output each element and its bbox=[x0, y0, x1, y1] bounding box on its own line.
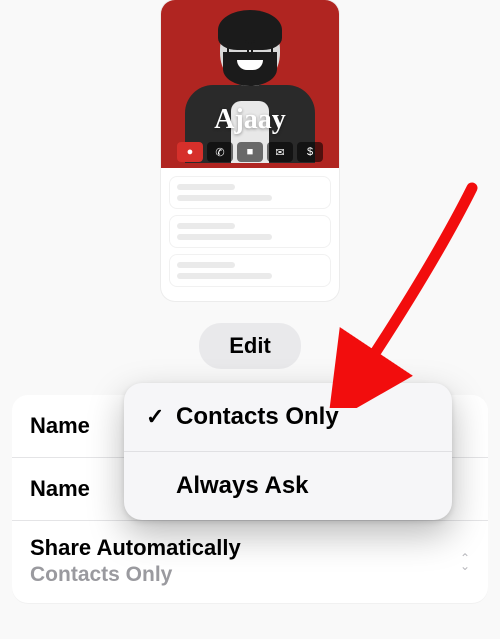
message-icon[interactable]: ● bbox=[177, 142, 203, 162]
contact-poster-card: Ajaay ● ✆ ■ ✉ $ bbox=[161, 0, 339, 301]
popover-option-always-ask[interactable]: Always Ask bbox=[124, 451, 452, 520]
video-icon[interactable]: ■ bbox=[237, 142, 263, 162]
popover-option-label: Always Ask bbox=[176, 472, 430, 500]
share-title: Share Automatically bbox=[30, 535, 241, 561]
call-icon[interactable]: ✆ bbox=[207, 142, 233, 162]
popover-option-contacts-only[interactable]: ✓ Contacts Only bbox=[124, 383, 452, 451]
poster-details-placeholder bbox=[161, 168, 339, 301]
share-value: Contacts Only bbox=[30, 563, 172, 587]
settings-row-share-automatically[interactable]: Share Automatically Contacts Only ⌃⌄ bbox=[12, 521, 488, 603]
share-options-popover: ✓ Contacts Only Always Ask bbox=[124, 383, 452, 520]
edit-button[interactable]: Edit bbox=[199, 323, 301, 369]
pay-icon[interactable]: $ bbox=[297, 142, 323, 162]
contact-avatar bbox=[180, 8, 320, 163]
poster-action-row: ● ✆ ■ ✉ $ bbox=[177, 142, 323, 162]
popover-option-label: Contacts Only bbox=[176, 403, 430, 431]
contact-name: Ajaay bbox=[214, 104, 286, 136]
row-label: Name bbox=[30, 413, 90, 439]
row-label: Name bbox=[30, 476, 90, 502]
check-icon: ✓ bbox=[146, 404, 176, 430]
updown-chevron-icon: ⌃⌄ bbox=[460, 554, 470, 570]
mail-icon[interactable]: ✉ bbox=[267, 142, 293, 162]
